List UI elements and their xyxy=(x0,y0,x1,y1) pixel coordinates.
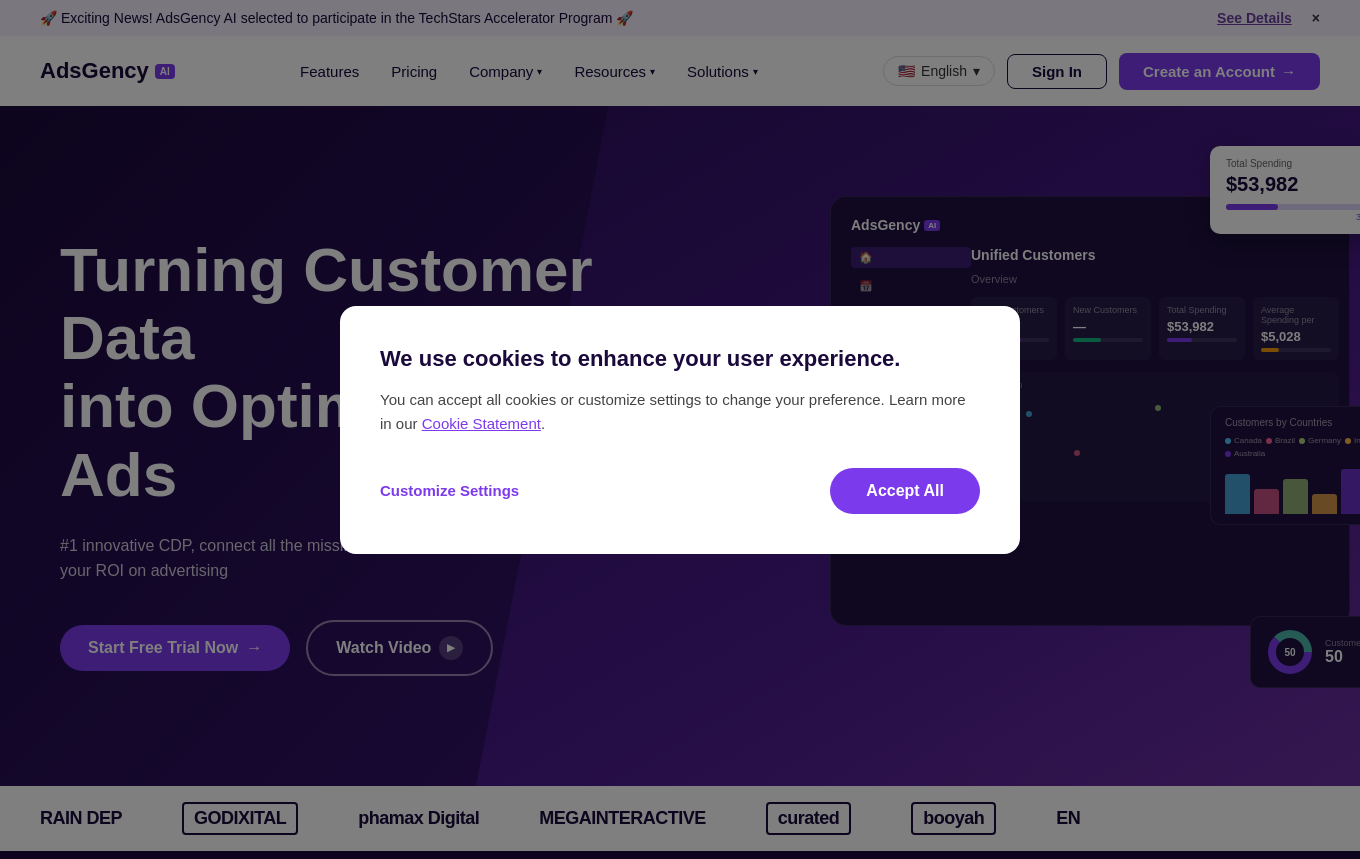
cookie-statement-link[interactable]: Cookie Statement xyxy=(422,415,541,432)
accept-all-button[interactable]: Accept All xyxy=(830,468,980,514)
cookie-description: You can accept all cookies or customize … xyxy=(380,388,980,436)
customize-settings-button[interactable]: Customize Settings xyxy=(380,482,519,499)
cookie-actions: Customize Settings Accept All xyxy=(380,468,980,514)
cookie-overlay: We use cookies to enhance your user expe… xyxy=(0,0,1360,859)
cookie-title: We use cookies to enhance your user expe… xyxy=(380,346,980,372)
cookie-modal: We use cookies to enhance your user expe… xyxy=(340,306,1020,554)
